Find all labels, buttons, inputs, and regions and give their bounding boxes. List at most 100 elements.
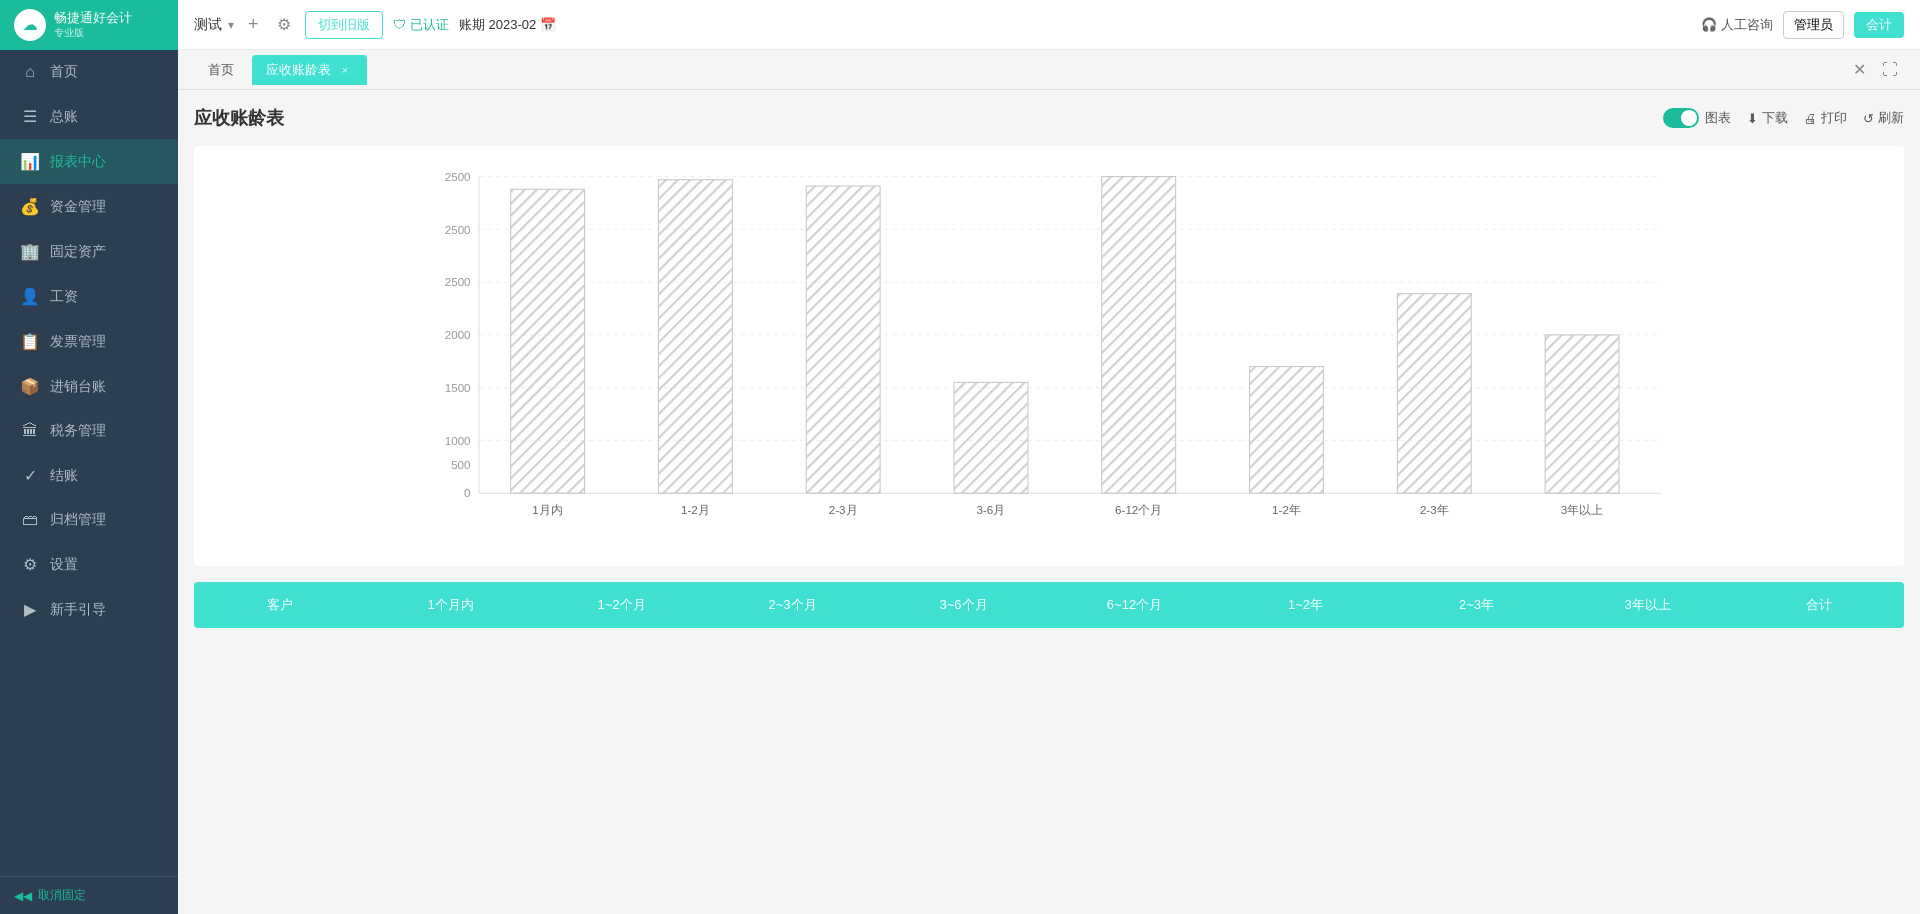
support-btn[interactable]: 🎧 人工咨询 [1701, 16, 1773, 34]
page-title: 应收账龄表 [194, 106, 284, 130]
svg-text:2500: 2500 [445, 223, 471, 236]
admin-btn[interactable]: 管理员 [1783, 11, 1844, 39]
download-label: 下载 [1762, 109, 1788, 127]
table-header-cell: 合计 [1733, 582, 1904, 628]
refresh-btn[interactable]: ↺ 刷新 [1863, 109, 1904, 127]
ledger-icon: ☰ [20, 107, 40, 126]
table-header-cell: 1~2个月 [536, 582, 707, 628]
svg-text:1000: 1000 [445, 434, 471, 447]
table-header: 客户1个月内1~2个月2~3个月3~6个月6~12个月1~2年2~3年3年以上合… [194, 582, 1904, 628]
archive-icon: 🗃 [20, 511, 40, 529]
inventory-icon: 📦 [20, 377, 40, 396]
table-header-cell: 6~12个月 [1049, 582, 1220, 628]
headset-icon: 🎧 [1701, 17, 1717, 32]
sidebar-item-settings[interactable]: ⚙ 设置 [0, 542, 178, 587]
sidebar-item-assets[interactable]: 🏢 固定资产 [0, 229, 178, 274]
sidebar-label-inventory: 进销台账 [50, 378, 106, 396]
cancel-fixed-btn[interactable]: ◀◀ 取消固定 [0, 876, 178, 914]
sidebar-item-tax[interactable]: 🏛 税务管理 [0, 409, 178, 453]
svg-text:3年以上: 3年以上 [1561, 503, 1603, 516]
svg-text:2500: 2500 [445, 275, 471, 288]
table-header-cell: 客户 [194, 582, 365, 628]
sidebar-label-guide: 新手引导 [50, 601, 106, 619]
tab-home[interactable]: 首页 [194, 55, 248, 85]
sidebar-item-home[interactable]: ⌂ 首页 [0, 50, 178, 94]
period-label: 账期 [459, 16, 485, 34]
support-label: 人工咨询 [1721, 16, 1773, 34]
table-header-cell: 2~3年 [1391, 582, 1562, 628]
expand-btn[interactable]: ⛶ [1876, 59, 1904, 81]
page-header: 应收账龄表 图表 ⬇ 下载 🖨 打印 ↺ 刷新 [194, 106, 1904, 130]
table-header-cell: 3~6个月 [878, 582, 1049, 628]
sidebar-item-inventory[interactable]: 📦 进销台账 [0, 364, 178, 409]
home-icon: ⌂ [20, 63, 40, 81]
main-content: 测试 ▾ + ⚙ 切到旧版 🛡 已认证 账期 2023-02 📅 🎧 人工咨询 … [178, 0, 1920, 914]
sidebar-label-closing: 结账 [50, 467, 78, 485]
table-container: 客户1个月内1~2个月2~3个月3~6个月6~12个月1~2年2~3年3年以上合… [194, 582, 1904, 628]
sidebar-label-invoice: 发票管理 [50, 333, 106, 351]
switch-old-btn[interactable]: 切到旧版 [305, 11, 383, 39]
bar-6 [1250, 367, 1324, 494]
bar-chart-svg: 2500 2500 2500 2000 1500 1000 500 0 [214, 166, 1884, 546]
sidebar-item-archive[interactable]: 🗃 归档管理 [0, 498, 178, 542]
sidebar-item-invoice[interactable]: 📋 发票管理 [0, 319, 178, 364]
topbar: 测试 ▾ + ⚙ 切到旧版 🛡 已认证 账期 2023-02 📅 🎧 人工咨询 … [178, 0, 1920, 50]
sidebar-item-funds[interactable]: 💰 资金管理 [0, 184, 178, 229]
svg-text:500: 500 [451, 458, 470, 471]
sidebar-label-tax: 税务管理 [50, 422, 106, 440]
refresh-label: 刷新 [1878, 109, 1904, 127]
svg-text:2000: 2000 [445, 328, 471, 341]
settings-icon[interactable]: ⚙ [273, 15, 295, 34]
sidebar-label-funds: 资金管理 [50, 198, 106, 216]
print-icon: 🖨 [1804, 111, 1817, 126]
tabs-bar: 首页 应收账龄表 × ✕ ⛶ [178, 50, 1920, 90]
sidebar-item-closing[interactable]: ✓ 结账 [0, 453, 178, 498]
chart-toggle[interactable] [1663, 108, 1699, 128]
tab-accounts-aging[interactable]: 应收账龄表 × [252, 55, 367, 85]
period-info: 账期 2023-02 📅 [459, 16, 557, 34]
svg-text:2-3月: 2-3月 [829, 503, 858, 516]
certified-badge: 🛡 已认证 [393, 16, 449, 34]
period-value: 2023-02 [489, 17, 537, 32]
svg-text:2-3年: 2-3年 [1420, 503, 1449, 516]
sidebar-label-ledger: 总账 [50, 108, 78, 126]
chart-area: 2500 2500 2500 2000 1500 1000 500 0 [214, 166, 1884, 546]
logo-text: 畅捷通好会计 [54, 10, 132, 27]
svg-text:1月内: 1月内 [532, 503, 562, 516]
svg-text:6-12个月: 6-12个月 [1115, 503, 1162, 516]
close-tab-btn[interactable]: ✕ [1847, 58, 1872, 81]
sidebar-item-payroll[interactable]: 👤 工资 [0, 274, 178, 319]
sidebar-label-reports: 报表中心 [50, 153, 106, 171]
sidebar-item-guide[interactable]: ▶ 新手引导 [0, 587, 178, 632]
svg-text:1-2年: 1-2年 [1272, 503, 1301, 516]
download-icon: ⬇ [1747, 111, 1758, 126]
certified-label: 已认证 [410, 16, 449, 34]
sidebar-label-payroll: 工资 [50, 288, 78, 306]
project-name: 测试 [194, 16, 222, 34]
sidebar-item-reports[interactable]: 📊 报表中心 [0, 139, 178, 184]
pin-icon: ◀◀ [14, 889, 32, 903]
sidebar-item-ledger[interactable]: ☰ 总账 [0, 94, 178, 139]
shield-icon: 🛡 [393, 17, 406, 32]
bar-7 [1397, 294, 1471, 494]
tax-icon: 🏛 [20, 422, 40, 440]
payroll-icon: 👤 [20, 287, 40, 306]
svg-text:0: 0 [464, 486, 470, 499]
role-btn[interactable]: 会计 [1854, 12, 1904, 38]
tab-close-btn[interactable]: × [337, 62, 353, 78]
calendar-icon[interactable]: 📅 [540, 17, 556, 32]
logo-icon: ☁ [14, 9, 46, 41]
add-project-btn[interactable]: + [244, 14, 263, 35]
project-selector[interactable]: 测试 ▾ [194, 16, 234, 34]
refresh-icon: ↺ [1863, 111, 1874, 126]
svg-text:2500: 2500 [445, 170, 471, 183]
sidebar-logo: ☁ 畅捷通好会计 专业版 [0, 0, 178, 50]
assets-icon: 🏢 [20, 242, 40, 261]
invoice-icon: 📋 [20, 332, 40, 351]
tab-label: 应收账龄表 [266, 61, 331, 79]
close-icon: × [342, 64, 348, 76]
settings-icon: ⚙ [20, 555, 40, 574]
download-btn[interactable]: ⬇ 下载 [1747, 109, 1788, 127]
print-btn[interactable]: 🖨 打印 [1804, 109, 1847, 127]
logo-sub: 专业版 [54, 26, 132, 40]
